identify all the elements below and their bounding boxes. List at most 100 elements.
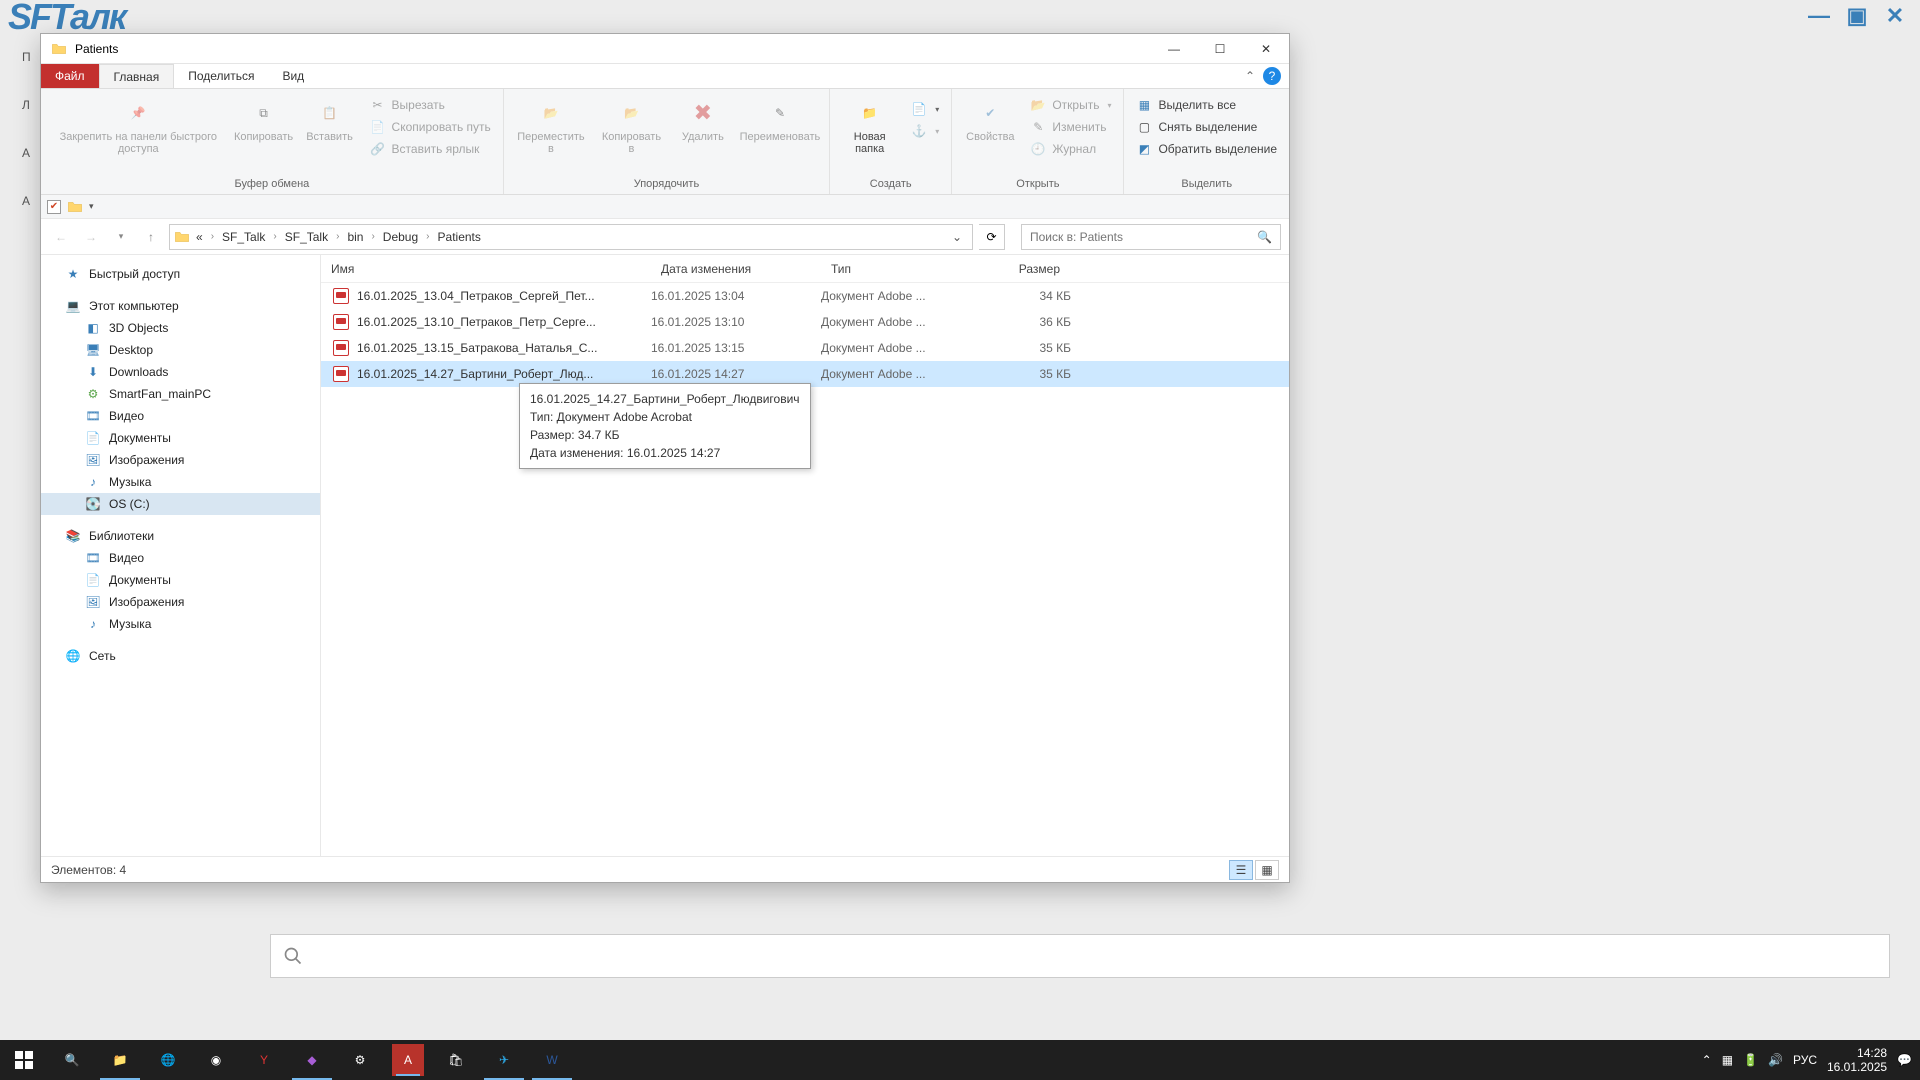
nav-desktop[interactable]: 🖥Desktop — [41, 339, 320, 361]
tab-home[interactable]: Главная — [99, 64, 175, 88]
properties-button[interactable]: ✔Свойства — [960, 93, 1020, 147]
delete-button[interactable]: ✖Удалить — [673, 93, 733, 147]
nav-this-pc[interactable]: 💻Этот компьютер — [41, 295, 320, 317]
taskbar[interactable]: 🔍 📁 🌐 ◉ Y ◆ ⚙ A 🛍 ✈ W ⌃ ▦ 🔋 🔊 РУС 14:28 … — [0, 1040, 1920, 1080]
col-size[interactable]: Размер — [971, 262, 1071, 276]
minimize-button[interactable]: — — [1151, 34, 1197, 64]
ribbon-tabs: Файл Главная Поделиться Вид ⌃ ? — [41, 64, 1289, 89]
nav-forward-button[interactable]: → — [79, 225, 103, 249]
newitem-button[interactable]: 📄▾ — [907, 99, 943, 119]
copy-path-button[interactable]: 📄Скопировать путь — [366, 117, 495, 137]
help-icon[interactable]: ? — [1263, 67, 1281, 85]
paste-button[interactable]: 📋 Вставить — [300, 93, 360, 147]
column-headers[interactable]: Имя Дата изменения Тип Размер — [321, 255, 1289, 283]
tray-notifications-icon[interactable]: 💬 — [1897, 1053, 1912, 1067]
tray-volume-icon[interactable]: 🔊 — [1768, 1053, 1783, 1067]
nav-lib-documents[interactable]: 📄Документы — [41, 569, 320, 591]
ribbon-collapse-icon[interactable]: ⌃ — [1245, 69, 1255, 83]
view-details-button[interactable]: ☰ — [1229, 860, 1253, 880]
taskbar-word[interactable]: W — [528, 1040, 576, 1080]
taskbar-store[interactable]: 🛍 — [432, 1040, 480, 1080]
bg-minimize-icon[interactable]: — — [1804, 4, 1834, 28]
titlebar[interactable]: Patients — ☐ ✕ — [41, 34, 1289, 64]
nav-downloads[interactable]: ⬇Downloads — [41, 361, 320, 383]
nav-os-c[interactable]: 💽OS (C:) — [41, 493, 320, 515]
breadcrumb[interactable]: «› SF_Talk› SF_Talk› bin› Debug› Patient… — [169, 224, 973, 250]
search-input[interactable] — [1030, 230, 1257, 244]
view-large-button[interactable]: ▦ — [1255, 860, 1279, 880]
file-row[interactable]: 16.01.2025_13.10_Петраков_Петр_Серге...1… — [321, 309, 1289, 335]
background-search-bar[interactable] — [270, 934, 1890, 978]
tray-clock[interactable]: 14:28 16.01.2025 — [1827, 1046, 1887, 1074]
history-button[interactable]: 🕘Журнал — [1026, 139, 1115, 159]
nav-libraries[interactable]: 📚Библиотеки — [41, 525, 320, 547]
nav-quick-access[interactable]: ★Быстрый доступ — [41, 263, 320, 285]
nav-3dobjects[interactable]: ◧3D Objects — [41, 317, 320, 339]
taskbar-yandex[interactable]: Y — [240, 1040, 288, 1080]
copyto-button[interactable]: 📂Копировать в — [596, 93, 667, 159]
qat-check-icon[interactable]: ✔ — [47, 200, 61, 214]
nav-smartfan[interactable]: ⚙SmartFan_mainPC — [41, 383, 320, 405]
select-none-button[interactable]: ▢Снять выделение — [1132, 117, 1281, 137]
tray-lang[interactable]: РУС — [1793, 1053, 1817, 1067]
file-row[interactable]: 16.01.2025_13.15_Батракова_Наталья_С...1… — [321, 335, 1289, 361]
nav-back-button[interactable]: ← — [49, 225, 73, 249]
tab-view[interactable]: Вид — [268, 64, 318, 88]
paste-icon: 📋 — [314, 97, 346, 129]
col-name[interactable]: Имя — [321, 262, 651, 276]
taskbar-search-button[interactable]: 🔍 — [48, 1040, 96, 1080]
nav-documents[interactable]: 📄Документы — [41, 427, 320, 449]
tray-graphics-icon[interactable]: ▦ — [1722, 1053, 1733, 1067]
start-button[interactable] — [0, 1040, 48, 1080]
file-row[interactable]: 16.01.2025_13.04_Петраков_Сергей_Пет...1… — [321, 283, 1289, 309]
easyaccess-button[interactable]: ⚓▾ — [907, 121, 943, 141]
bg-close-icon[interactable]: ✕ — [1880, 4, 1910, 28]
rename-button[interactable]: ✎Переименовать — [739, 93, 821, 147]
shortcut-icon: 🔗 — [370, 141, 386, 157]
copy-button[interactable]: ⧉ Копировать — [234, 93, 294, 147]
taskbar-explorer[interactable]: 📁 — [96, 1040, 144, 1080]
nav-pictures[interactable]: 🖼Изображения — [41, 449, 320, 471]
tray-chevron-icon[interactable]: ⌃ — [1702, 1053, 1712, 1067]
search-box[interactable]: 🔍 — [1021, 224, 1281, 250]
edit-button[interactable]: ✎Изменить — [1026, 117, 1115, 137]
moveto-button[interactable]: 📂Переместить в — [512, 93, 590, 159]
tab-share[interactable]: Поделиться — [174, 64, 268, 88]
refresh-button[interactable]: ⟳ — [979, 224, 1005, 250]
newfolder-button[interactable]: 📁Новая папка — [838, 93, 901, 159]
bg-maximize-icon[interactable]: ▣ — [1842, 4, 1872, 28]
col-date[interactable]: Дата изменения — [651, 262, 821, 276]
taskbar-chrome[interactable]: ◉ — [192, 1040, 240, 1080]
select-invert-button[interactable]: ◩Обратить выделение — [1132, 139, 1281, 159]
taskbar-settings[interactable]: ⚙ — [336, 1040, 384, 1080]
nav-lib-videos[interactable]: 🎞Видео — [41, 547, 320, 569]
taskbar-telegram[interactable]: ✈ — [480, 1040, 528, 1080]
col-type[interactable]: Тип — [821, 262, 971, 276]
nav-lib-music[interactable]: ♪Музыка — [41, 613, 320, 635]
cut-button[interactable]: ✂Вырезать — [366, 95, 495, 115]
taskbar-visualstudio[interactable]: ◆ — [288, 1040, 336, 1080]
pin-quickaccess-button[interactable]: 📌 Закрепить на панели быстрого доступа — [49, 93, 228, 159]
system-tray[interactable]: ⌃ ▦ 🔋 🔊 РУС 14:28 16.01.2025 💬 — [1702, 1046, 1920, 1074]
open-button[interactable]: 📂Открыть▾ — [1026, 95, 1115, 115]
tray-battery-icon[interactable]: 🔋 — [1743, 1053, 1758, 1067]
nav-up-button[interactable]: ↑ — [139, 225, 163, 249]
maximize-button[interactable]: ☐ — [1197, 34, 1243, 64]
paste-shortcut-button[interactable]: 🔗Вставить ярлык — [366, 139, 495, 159]
taskbar-edge[interactable]: 🌐 — [144, 1040, 192, 1080]
search-icon[interactable]: 🔍 — [1257, 230, 1272, 244]
select-all-button[interactable]: ▦Выделить все — [1132, 95, 1281, 115]
tab-file[interactable]: Файл — [41, 64, 99, 88]
nav-videos[interactable]: 🎞Видео — [41, 405, 320, 427]
nav-recent-button[interactable]: ▾ — [109, 225, 133, 249]
navigation-pane[interactable]: ★Быстрый доступ 💻Этот компьютер ◧3D Obje… — [41, 255, 321, 856]
group-organize-label: Упорядочить — [512, 176, 821, 194]
nav-lib-pictures[interactable]: 🖼Изображения — [41, 591, 320, 613]
taskbar-acrobat[interactable]: A — [392, 1044, 424, 1076]
qat-folder-icon[interactable] — [67, 199, 83, 215]
close-button[interactable]: ✕ — [1243, 34, 1289, 64]
nav-network[interactable]: 🌐Сеть — [41, 645, 320, 667]
qat-dropdown-icon[interactable]: ▾ — [89, 201, 94, 212]
breadcrumb-dropdown-icon[interactable]: ⌄ — [946, 230, 968, 244]
nav-music[interactable]: ♪Музыка — [41, 471, 320, 493]
